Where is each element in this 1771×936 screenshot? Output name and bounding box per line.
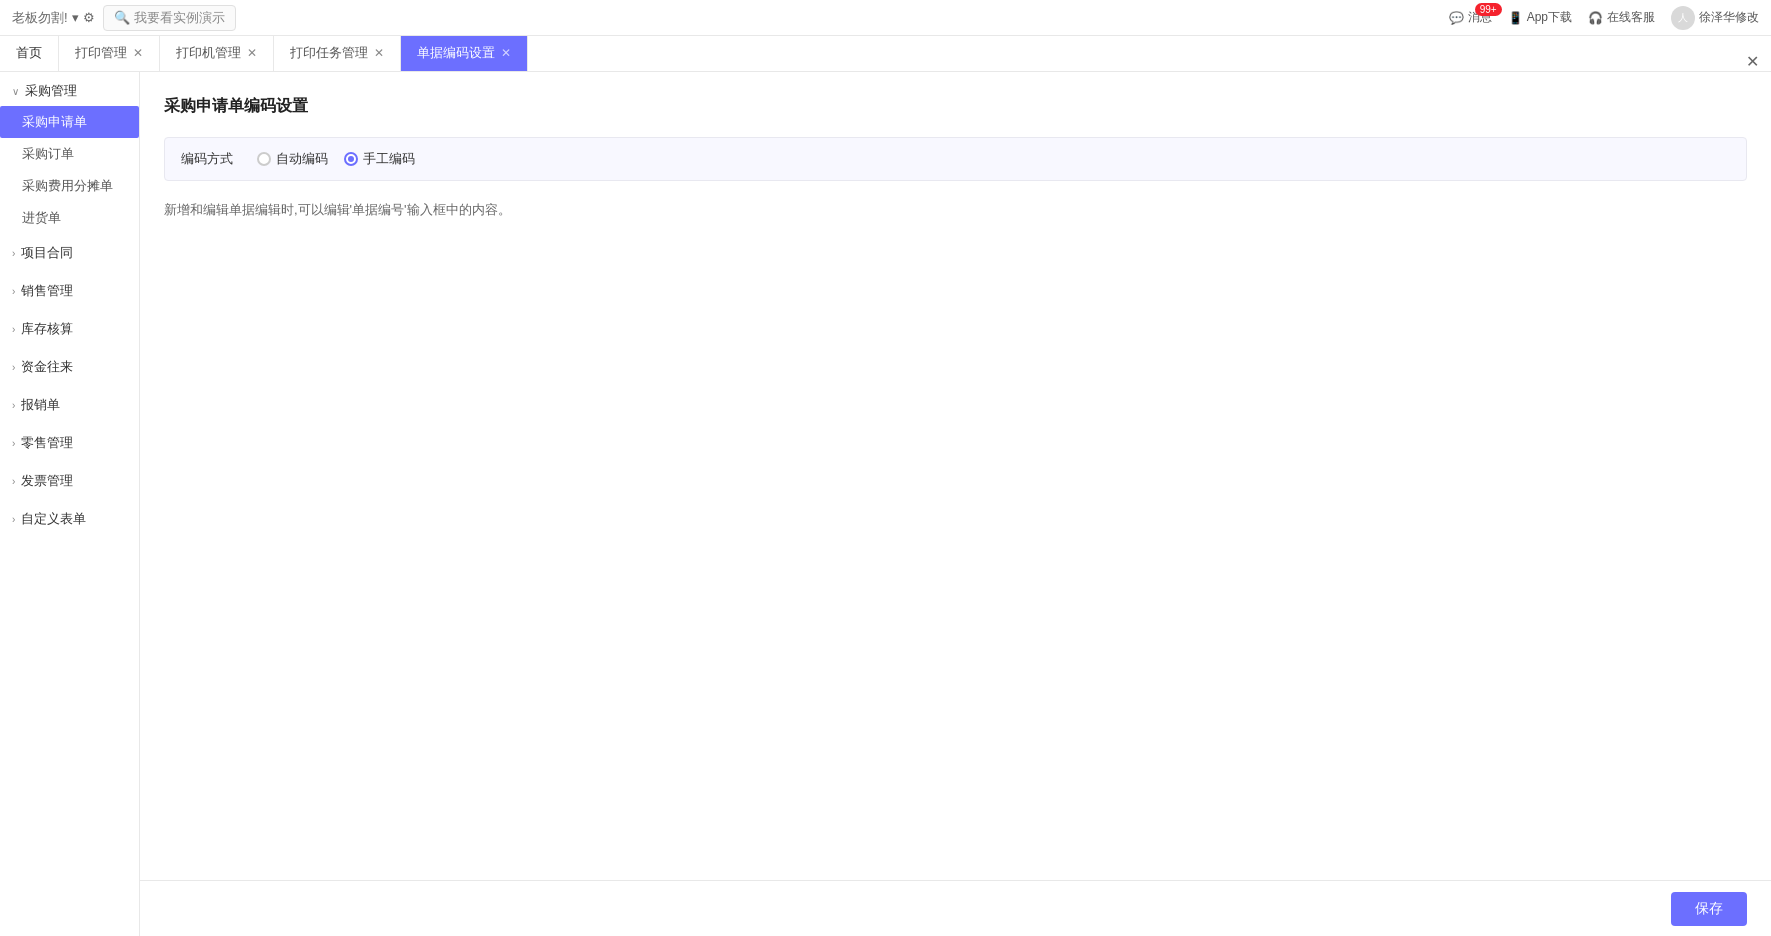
sidebar-group-label-custom: 自定义表单 xyxy=(21,510,86,528)
message-button[interactable]: 💬 消息 99+ xyxy=(1449,9,1492,26)
sidebar-item-purchase-order[interactable]: 采购订单 xyxy=(0,138,139,170)
manual-encode-radio[interactable]: 手工编码 xyxy=(344,150,415,168)
content-area: 采购申请单编码设置 编码方式 自动编码 手工编码 新增和编辑单据编辑时,可以编辑… xyxy=(140,72,1771,936)
sidebar-group-label-invoice: 发票管理 xyxy=(21,472,73,490)
search-text: 我要看实例演示 xyxy=(134,9,225,27)
manual-encode-label: 手工编码 xyxy=(363,150,415,168)
message-badge: 99+ xyxy=(1475,3,1502,16)
sidebar-group-label-capital: 资金往来 xyxy=(21,358,73,376)
arrow-right-icon-project: › xyxy=(12,248,15,259)
user-name: 徐泽华修改 xyxy=(1699,9,1759,26)
tab-print-task[interactable]: 打印任务管理 ✕ xyxy=(274,35,401,71)
app-icon: 📱 xyxy=(1508,11,1523,25)
sidebar-group-project[interactable]: › 项目合同 xyxy=(0,234,139,272)
save-button[interactable]: 保存 xyxy=(1671,892,1747,926)
tab-bar: 首页 打印管理 ✕ 打印机管理 ✕ 打印任务管理 ✕ 单据编码设置 ✕ ✕ xyxy=(0,36,1771,72)
top-bar: 老板勿割! ▾ ⚙ 🔍 我要看实例演示 💬 消息 99+ 📱 App下载 🎧 在… xyxy=(0,0,1771,36)
sidebar-group-label-inventory: 库存核算 xyxy=(21,320,73,338)
tab-printer-management[interactable]: 打印机管理 ✕ xyxy=(160,35,274,71)
sidebar-item-purchase-expense[interactable]: 采购费用分摊单 xyxy=(0,170,139,202)
avatar: 人 xyxy=(1671,6,1695,30)
auto-encode-label: 自动编码 xyxy=(276,150,328,168)
sidebar-group-label-project: 项目合同 xyxy=(21,244,73,262)
close-all-tabs[interactable]: ✕ xyxy=(1746,52,1771,71)
sidebar-item-purchase-request[interactable]: 采购申请单 xyxy=(0,106,139,138)
auto-encode-radio-circle xyxy=(257,152,271,166)
app-download-button[interactable]: 📱 App下载 xyxy=(1508,9,1572,26)
sidebar: ∨ 采购管理 采购申请单 采购订单 采购费用分摊单 进货单 › 项目合同 › 销… xyxy=(0,72,140,936)
logo-text: 老板勿割! xyxy=(12,9,68,27)
sidebar-item-label-purchase-expense: 采购费用分摊单 xyxy=(22,177,113,195)
app-logo: 老板勿割! ▾ ⚙ xyxy=(12,9,95,27)
sidebar-group-label-retail: 零售管理 xyxy=(21,434,73,452)
sidebar-group-custom-form[interactable]: › 自定义表单 xyxy=(0,500,139,538)
dropdown-icon[interactable]: ▾ xyxy=(72,10,79,25)
arrow-right-icon-expense: › xyxy=(12,400,15,411)
message-icon: 💬 xyxy=(1449,11,1464,25)
sidebar-group-invoice[interactable]: › 发票管理 xyxy=(0,462,139,500)
close-tab-encode-setting[interactable]: ✕ xyxy=(501,46,511,60)
sidebar-item-label-goods-receipt: 进货单 xyxy=(22,209,61,227)
arrow-right-icon-retail: › xyxy=(12,438,15,449)
tab-home[interactable]: 首页 xyxy=(0,35,59,71)
sidebar-group-expense-claim[interactable]: › 报销单 xyxy=(0,386,139,424)
top-bar-left: 老板勿割! ▾ ⚙ 🔍 我要看实例演示 xyxy=(12,5,236,31)
close-tab-print-management[interactable]: ✕ xyxy=(133,46,143,60)
sidebar-group-label-purchase: 采购管理 xyxy=(25,82,77,100)
encoding-section: 编码方式 自动编码 手工编码 xyxy=(164,137,1747,181)
page-content: 采购申请单编码设置 编码方式 自动编码 手工编码 新增和编辑单据编辑时,可以编辑… xyxy=(140,72,1771,880)
search-bar[interactable]: 🔍 我要看实例演示 xyxy=(103,5,236,31)
tab-print-management[interactable]: 打印管理 ✕ xyxy=(59,35,160,71)
sidebar-item-label-purchase-order: 采购订单 xyxy=(22,145,74,163)
sidebar-item-label-purchase-request: 采购申请单 xyxy=(22,113,87,131)
hint-text: 新增和编辑单据编辑时,可以编辑'单据编号'输入框中的内容。 xyxy=(164,201,1747,219)
customer-service-label: 在线客服 xyxy=(1607,9,1655,26)
sidebar-item-goods-receipt[interactable]: 进货单 xyxy=(0,202,139,234)
arrow-right-icon-capital: › xyxy=(12,362,15,373)
manual-encode-radio-circle xyxy=(344,152,358,166)
sidebar-group-label-expense: 报销单 xyxy=(21,396,60,414)
tab-print-task-label: 打印任务管理 xyxy=(290,44,368,62)
headset-icon: 🎧 xyxy=(1588,11,1603,25)
sidebar-group-label-sales: 销售管理 xyxy=(21,282,73,300)
settings-icon[interactable]: ⚙ xyxy=(83,10,95,25)
sidebar-group-sales[interactable]: › 销售管理 xyxy=(0,272,139,310)
close-tab-print-task[interactable]: ✕ xyxy=(374,46,384,60)
sidebar-group-title-purchase[interactable]: ∨ 采购管理 xyxy=(0,72,139,106)
page-title: 采购申请单编码设置 xyxy=(164,96,1747,117)
sidebar-group-retail[interactable]: › 零售管理 xyxy=(0,424,139,462)
sidebar-group-capital[interactable]: › 资金往来 xyxy=(0,348,139,386)
main-layout: ∨ 采购管理 采购申请单 采购订单 采购费用分摊单 进货单 › 项目合同 › 销… xyxy=(0,72,1771,936)
sidebar-group-purchase: ∨ 采购管理 采购申请单 采购订单 采购费用分摊单 进货单 xyxy=(0,72,139,234)
tab-encode-setting-label: 单据编码设置 xyxy=(417,44,495,62)
tab-encode-setting[interactable]: 单据编码设置 ✕ xyxy=(401,35,528,71)
app-download-label: App下载 xyxy=(1527,9,1572,26)
user-menu[interactable]: 人 徐泽华修改 xyxy=(1671,6,1759,30)
sidebar-group-inventory[interactable]: › 库存核算 xyxy=(0,310,139,348)
tab-print-management-label: 打印管理 xyxy=(75,44,127,62)
customer-service-button[interactable]: 🎧 在线客服 xyxy=(1588,9,1655,26)
arrow-right-icon-sales: › xyxy=(12,286,15,297)
arrow-right-icon-custom: › xyxy=(12,514,15,525)
arrow-down-icon: ∨ xyxy=(12,86,19,97)
page-footer: 保存 xyxy=(140,880,1771,936)
encoding-label: 编码方式 xyxy=(181,150,233,168)
tab-printer-management-label: 打印机管理 xyxy=(176,44,241,62)
close-tab-printer-management[interactable]: ✕ xyxy=(247,46,257,60)
tab-home-label: 首页 xyxy=(16,44,42,62)
search-icon: 🔍 xyxy=(114,10,130,25)
arrow-right-icon-invoice: › xyxy=(12,476,15,487)
arrow-right-icon-inventory: › xyxy=(12,324,15,335)
auto-encode-radio[interactable]: 自动编码 xyxy=(257,150,328,168)
top-bar-right: 💬 消息 99+ 📱 App下载 🎧 在线客服 人 徐泽华修改 xyxy=(1449,6,1759,30)
